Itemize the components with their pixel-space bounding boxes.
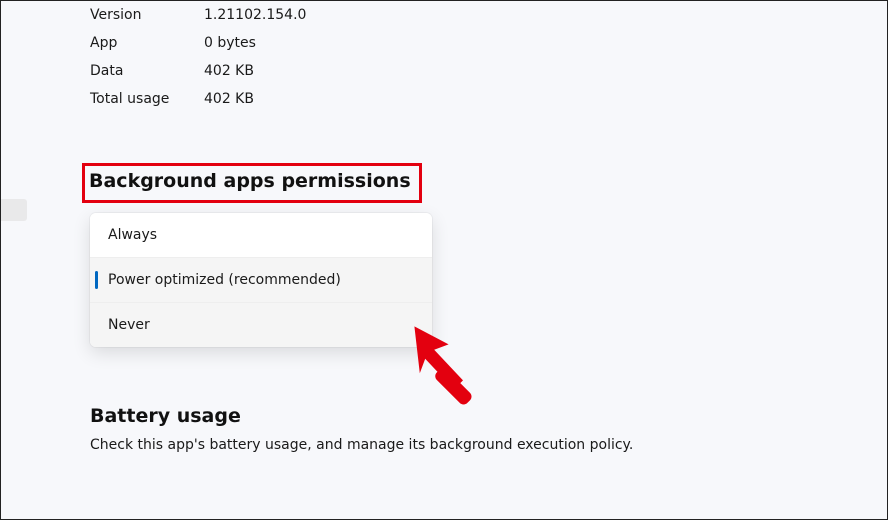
settings-content: Version 1.21102.154.0 App 0 bytes Data 4… (1, 1, 887, 455)
label-app: App (90, 35, 204, 51)
value-app: 0 bytes (204, 35, 256, 51)
dropdown-option-label: Never (108, 317, 150, 333)
label-data: Data (90, 63, 204, 79)
battery-usage-heading: Battery usage (90, 405, 847, 427)
value-data: 402 KB (204, 63, 254, 79)
dropdown-option-power-optimized[interactable]: Power optimized (recommended) (90, 258, 432, 303)
battery-usage-desc: Check this app's battery usage, and mana… (90, 435, 650, 455)
dropdown-option-always[interactable]: Always (90, 213, 432, 258)
bg-perms-dropdown[interactable]: Always Power optimized (recommended) Nev… (90, 213, 432, 347)
dropdown-option-label: Power optimized (recommended) (108, 272, 341, 288)
bg-perms-heading-wrap: Background apps permissions (90, 163, 847, 203)
nav-stub (1, 199, 27, 221)
dropdown-option-never[interactable]: Never (90, 303, 432, 347)
value-total: 402 KB (204, 91, 254, 107)
info-row-version: Version 1.21102.154.0 (90, 1, 847, 29)
dropdown-option-label: Always (108, 227, 157, 243)
bg-perms-heading: Background apps permissions (89, 170, 411, 192)
bg-perms-highlight: Background apps permissions (82, 163, 422, 203)
label-version: Version (90, 7, 204, 23)
info-row-app: App 0 bytes (90, 29, 847, 57)
info-row-total: Total usage 402 KB (90, 85, 847, 113)
value-version: 1.21102.154.0 (204, 7, 306, 23)
info-row-data: Data 402 KB (90, 57, 847, 85)
label-total: Total usage (90, 91, 204, 107)
app-info-grid: Version 1.21102.154.0 App 0 bytes Data 4… (90, 1, 847, 113)
